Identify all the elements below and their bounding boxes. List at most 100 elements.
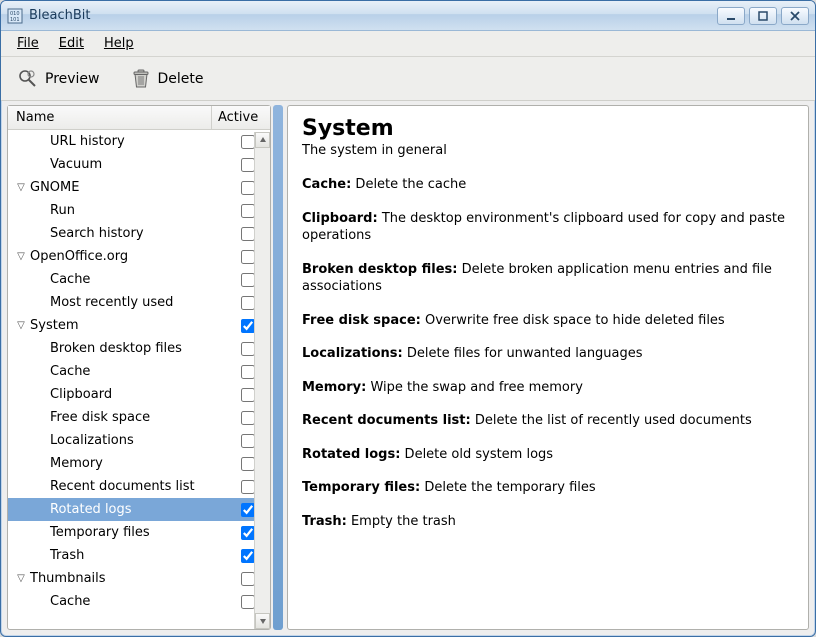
detail-entry-name: Rotated logs: [302,447,400,462]
tree-row-label: Most recently used [48,295,226,310]
cleaner-tree-panel: Name Active URL historyVacuum▽GNOMERunSe… [7,105,271,630]
active-checkbox[interactable] [241,572,255,586]
active-checkbox[interactable] [241,457,255,471]
tree-row-label: Thumbnails [28,571,226,586]
detail-entry: Rotated logs: Delete old system logs [302,446,794,464]
detail-entry-desc: Delete files for unwanted languages [403,346,643,361]
tree-row[interactable]: URL history [8,130,270,153]
active-checkbox[interactable] [241,158,255,172]
active-checkbox[interactable] [241,526,255,540]
active-checkbox[interactable] [241,411,255,425]
active-checkbox[interactable] [241,549,255,563]
active-checkbox[interactable] [241,204,255,218]
active-checkbox[interactable] [241,181,255,195]
tree-row[interactable]: Most recently used [8,291,270,314]
detail-entry-name: Localizations: [302,346,403,361]
active-checkbox[interactable] [241,503,255,517]
active-checkbox[interactable] [241,296,255,310]
expander-icon[interactable]: ▽ [14,320,28,331]
active-checkbox[interactable] [241,365,255,379]
delete-button[interactable]: Delete [124,64,210,94]
active-checkbox[interactable] [241,388,255,402]
tree-row[interactable]: Free disk space [8,406,270,429]
tree-row[interactable]: Trash [8,544,270,567]
detail-entry-name: Memory: [302,380,366,395]
tree-row[interactable]: Localizations [8,429,270,452]
tree-row[interactable]: Rotated logs [8,498,270,521]
tree-row[interactable]: Cache [8,268,270,291]
tree-row-label: GNOME [28,180,226,195]
tree-row[interactable]: ▽GNOME [8,176,270,199]
window-buttons [717,7,809,25]
active-checkbox[interactable] [241,319,255,333]
active-checkbox[interactable] [241,227,255,241]
splitter-handle[interactable] [273,105,283,630]
tree-row-label: Free disk space [48,410,226,425]
expander-icon[interactable]: ▽ [14,251,28,262]
column-active-header[interactable]: Active [212,106,270,129]
tree-row[interactable]: Vacuum [8,153,270,176]
tree-row[interactable]: ▽OpenOffice.org [8,245,270,268]
tree-scrollbar[interactable] [254,132,270,629]
close-button[interactable] [781,7,809,25]
tree-row-label: Clipboard [48,387,226,402]
app-icon: 010101 [7,8,23,24]
tree-body[interactable]: URL historyVacuum▽GNOMERunSearch history… [8,130,270,629]
menu-help[interactable]: Help [96,33,142,54]
active-checkbox[interactable] [241,342,255,356]
detail-entry-desc: Delete the temporary files [420,480,595,495]
tree-row[interactable]: Broken desktop files [8,337,270,360]
tree-row-label: Broken desktop files [48,341,226,356]
detail-entry-desc: Empty the trash [347,514,456,529]
active-checkbox[interactable] [241,434,255,448]
tree-row[interactable]: Cache [8,590,270,613]
tree-row[interactable]: Search history [8,222,270,245]
detail-entry: Localizations: Delete files for unwanted… [302,345,794,363]
detail-panel: System The system in general Cache: Dele… [287,105,809,630]
expander-icon[interactable]: ▽ [14,573,28,584]
delete-label: Delete [158,71,204,87]
tree-row[interactable]: Temporary files [8,521,270,544]
detail-entry-name: Free disk space: [302,313,421,328]
titlebar[interactable]: 010101 BleachBit [1,1,815,31]
detail-entry-name: Temporary files: [302,480,420,495]
tree-row[interactable]: Recent documents list [8,475,270,498]
trash-icon [130,68,152,90]
tree-row-label: Localizations [48,433,226,448]
detail-entry: Memory: Wipe the swap and free memory [302,379,794,397]
preview-icon [17,68,39,90]
tree-row-label: Search history [48,226,226,241]
active-checkbox[interactable] [241,250,255,264]
tree-row-label: Cache [48,272,226,287]
menu-file[interactable]: File [9,33,47,54]
tree-row[interactable]: ▽Thumbnails [8,567,270,590]
tree-row-label: Cache [48,594,226,609]
maximize-button[interactable] [749,7,777,25]
minimize-button[interactable] [717,7,745,25]
scroll-down-button[interactable] [255,613,270,629]
tree-row[interactable]: Memory [8,452,270,475]
preview-button[interactable]: Preview [11,64,106,94]
tree-row-label: Memory [48,456,226,471]
toolbar: Preview Delete [1,57,815,101]
expander-icon[interactable]: ▽ [14,182,28,193]
active-checkbox[interactable] [241,595,255,609]
detail-entry-name: Cache: [302,177,351,192]
tree-row[interactable]: Clipboard [8,383,270,406]
active-checkbox[interactable] [241,273,255,287]
tree-row-label: Cache [48,364,226,379]
detail-entry-desc: Delete old system logs [400,447,553,462]
menubar: File Edit Help [1,31,815,57]
detail-subtitle: The system in general [302,143,794,158]
tree-row[interactable]: Cache [8,360,270,383]
scroll-up-button[interactable] [255,132,270,148]
content-area: Name Active URL historyVacuum▽GNOMERunSe… [1,101,815,636]
window-title: BleachBit [29,8,717,23]
column-name-header[interactable]: Name [8,106,212,129]
tree-row[interactable]: ▽System [8,314,270,337]
tree-row[interactable]: Run [8,199,270,222]
preview-label: Preview [45,71,100,87]
menu-edit[interactable]: Edit [51,33,92,54]
active-checkbox[interactable] [241,135,255,149]
active-checkbox[interactable] [241,480,255,494]
